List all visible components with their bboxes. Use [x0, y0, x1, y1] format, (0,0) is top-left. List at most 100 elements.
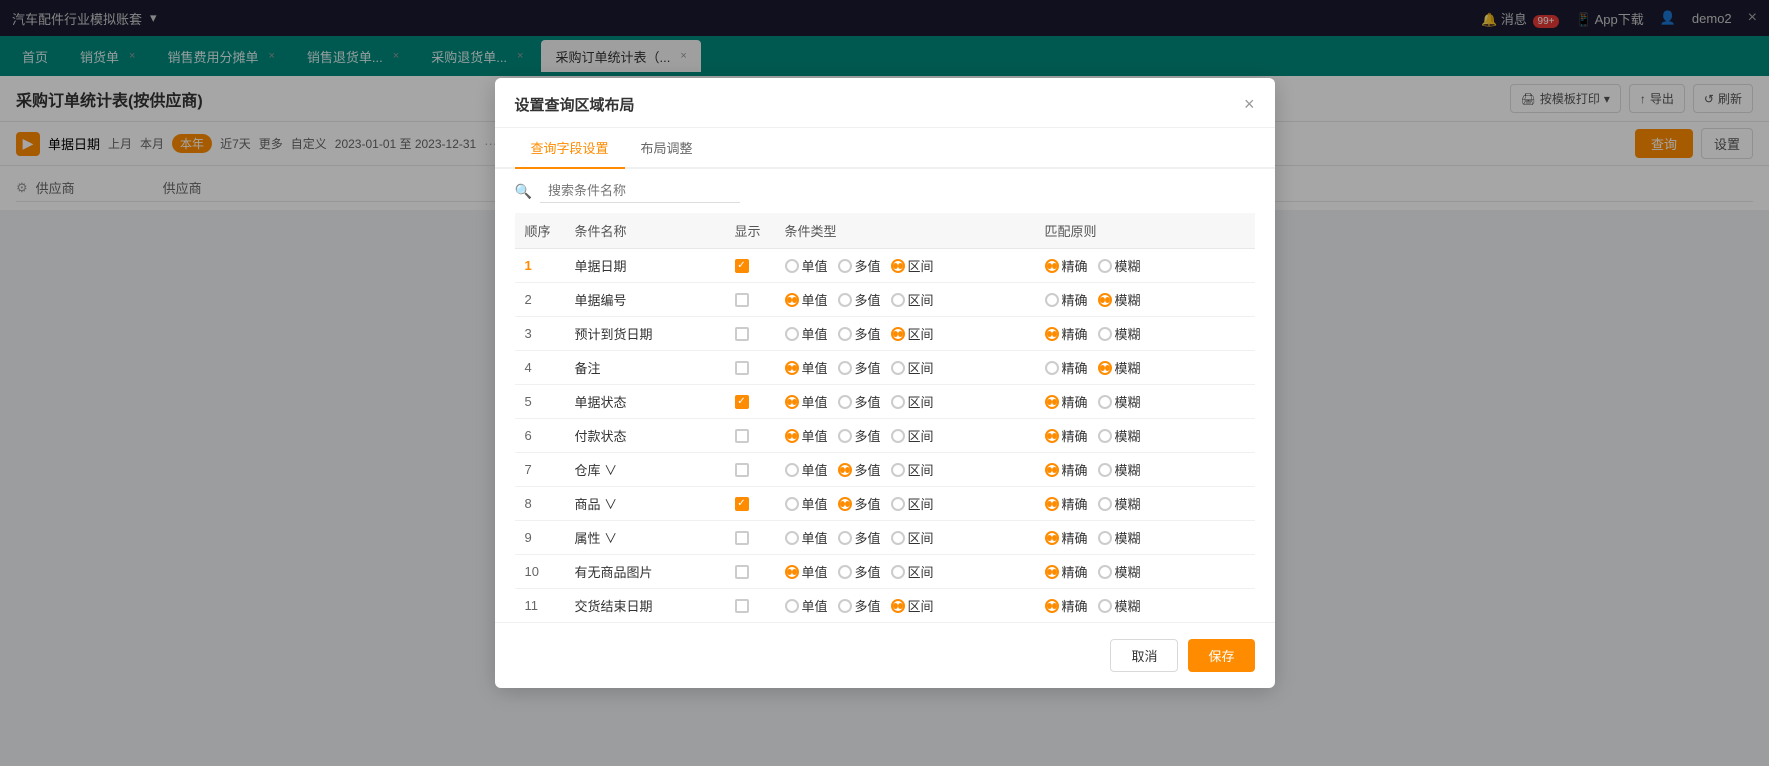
rule-fuzzy-radio[interactable] — [1098, 497, 1112, 511]
rule-exact-option[interactable]: 精确 — [1045, 460, 1088, 479]
rule-fuzzy-radio[interactable] — [1098, 327, 1112, 341]
show-checkbox[interactable]: ✓ — [735, 259, 749, 273]
rule-exact-radio[interactable] — [1045, 361, 1059, 375]
row-show-checkbox[interactable]: ✓ — [725, 249, 775, 283]
type-single-radio[interactable] — [785, 565, 799, 579]
type-multi-radio[interactable] — [838, 463, 852, 477]
type-multi-option[interactable]: 多值 — [838, 290, 881, 309]
type-range-radio[interactable] — [891, 259, 905, 273]
rule-exact-option[interactable]: 精确 — [1045, 392, 1088, 411]
show-checkbox[interactable] — [735, 327, 749, 341]
type-range-radio[interactable] — [891, 395, 905, 409]
type-multi-option[interactable]: 多值 — [838, 460, 881, 479]
row-show-checkbox[interactable] — [725, 555, 775, 589]
type-single-radio[interactable] — [785, 293, 799, 307]
show-checkbox[interactable]: ✓ — [735, 497, 749, 511]
row-show-checkbox[interactable] — [725, 283, 775, 317]
rule-exact-option[interactable]: 精确 — [1045, 290, 1088, 309]
rule-exact-radio[interactable] — [1045, 395, 1059, 409]
tab-layout-adjust[interactable]: 布局调整 — [625, 128, 709, 169]
rule-fuzzy-option[interactable]: 模糊 — [1098, 290, 1141, 309]
type-single-radio[interactable] — [785, 531, 799, 545]
type-single-option[interactable]: 单值 — [785, 562, 828, 581]
rule-fuzzy-option[interactable]: 模糊 — [1098, 324, 1141, 343]
type-multi-radio[interactable] — [838, 395, 852, 409]
rule-exact-radio[interactable] — [1045, 497, 1059, 511]
type-multi-radio[interactable] — [838, 497, 852, 511]
show-checkbox[interactable] — [735, 361, 749, 375]
type-range-radio[interactable] — [891, 327, 905, 341]
rule-exact-option[interactable]: 精确 — [1045, 528, 1088, 547]
type-multi-option[interactable]: 多值 — [838, 358, 881, 377]
rule-fuzzy-radio[interactable] — [1098, 293, 1112, 307]
type-multi-option[interactable]: 多值 — [838, 324, 881, 343]
show-checkbox[interactable]: ✓ — [735, 395, 749, 409]
type-range-option[interactable]: 区间 — [891, 528, 934, 547]
rule-exact-option[interactable]: 精确 — [1045, 596, 1088, 615]
type-single-option[interactable]: 单值 — [785, 528, 828, 547]
row-show-checkbox[interactable] — [725, 419, 775, 453]
type-single-option[interactable]: 单值 — [785, 426, 828, 445]
type-range-radio[interactable] — [891, 565, 905, 579]
row-show-checkbox[interactable] — [725, 453, 775, 487]
rule-fuzzy-radio[interactable] — [1098, 463, 1112, 477]
show-checkbox[interactable] — [735, 463, 749, 477]
type-multi-option[interactable]: 多值 — [838, 596, 881, 615]
type-single-option[interactable]: 单值 — [785, 324, 828, 343]
type-range-radio[interactable] — [891, 497, 905, 511]
rule-fuzzy-option[interactable]: 模糊 — [1098, 358, 1141, 377]
show-checkbox[interactable] — [735, 599, 749, 613]
type-single-radio[interactable] — [785, 599, 799, 613]
type-multi-option[interactable]: 多值 — [838, 426, 881, 445]
search-input[interactable] — [540, 179, 740, 203]
type-single-radio[interactable] — [785, 259, 799, 273]
show-checkbox[interactable] — [735, 429, 749, 443]
rule-fuzzy-radio[interactable] — [1098, 361, 1112, 375]
show-checkbox[interactable] — [735, 531, 749, 545]
rule-exact-option[interactable]: 精确 — [1045, 562, 1088, 581]
type-multi-option[interactable]: 多值 — [838, 494, 881, 513]
rule-fuzzy-radio[interactable] — [1098, 395, 1112, 409]
rule-exact-radio[interactable] — [1045, 599, 1059, 613]
save-button[interactable]: 保存 — [1188, 639, 1254, 672]
rule-exact-radio[interactable] — [1045, 531, 1059, 545]
rule-exact-radio[interactable] — [1045, 463, 1059, 477]
type-range-radio[interactable] — [891, 463, 905, 477]
rule-fuzzy-option[interactable]: 模糊 — [1098, 256, 1141, 275]
tab-field-setting[interactable]: 查询字段设置 — [515, 128, 625, 169]
dialog-close-button[interactable]: × — [1244, 94, 1255, 115]
rule-exact-radio[interactable] — [1045, 327, 1059, 341]
rule-exact-radio[interactable] — [1045, 565, 1059, 579]
type-single-option[interactable]: 单值 — [785, 494, 828, 513]
type-multi-radio[interactable] — [838, 327, 852, 341]
type-multi-radio[interactable] — [838, 565, 852, 579]
rule-fuzzy-option[interactable]: 模糊 — [1098, 460, 1141, 479]
rule-fuzzy-radio[interactable] — [1098, 565, 1112, 579]
type-multi-radio[interactable] — [838, 293, 852, 307]
rule-exact-option[interactable]: 精确 — [1045, 256, 1088, 275]
type-single-option[interactable]: 单值 — [785, 596, 828, 615]
type-range-radio[interactable] — [891, 293, 905, 307]
type-single-radio[interactable] — [785, 395, 799, 409]
type-multi-option[interactable]: 多值 — [838, 256, 881, 275]
type-range-option[interactable]: 区间 — [891, 596, 934, 615]
row-show-checkbox[interactable]: ✓ — [725, 487, 775, 521]
rule-exact-radio[interactable] — [1045, 259, 1059, 273]
row-show-checkbox[interactable] — [725, 351, 775, 385]
type-single-option[interactable]: 单值 — [785, 460, 828, 479]
show-checkbox[interactable] — [735, 293, 749, 307]
type-range-radio[interactable] — [891, 429, 905, 443]
type-multi-radio[interactable] — [838, 259, 852, 273]
type-multi-option[interactable]: 多值 — [838, 562, 881, 581]
rule-fuzzy-radio[interactable] — [1098, 259, 1112, 273]
rule-fuzzy-option[interactable]: 模糊 — [1098, 528, 1141, 547]
type-multi-option[interactable]: 多值 — [838, 528, 881, 547]
type-multi-radio[interactable] — [838, 361, 852, 375]
type-single-radio[interactable] — [785, 327, 799, 341]
type-single-radio[interactable] — [785, 497, 799, 511]
type-single-option[interactable]: 单值 — [785, 256, 828, 275]
type-range-radio[interactable] — [891, 599, 905, 613]
type-range-option[interactable]: 区间 — [891, 460, 934, 479]
cancel-button[interactable]: 取消 — [1110, 639, 1178, 672]
rule-exact-radio[interactable] — [1045, 429, 1059, 443]
